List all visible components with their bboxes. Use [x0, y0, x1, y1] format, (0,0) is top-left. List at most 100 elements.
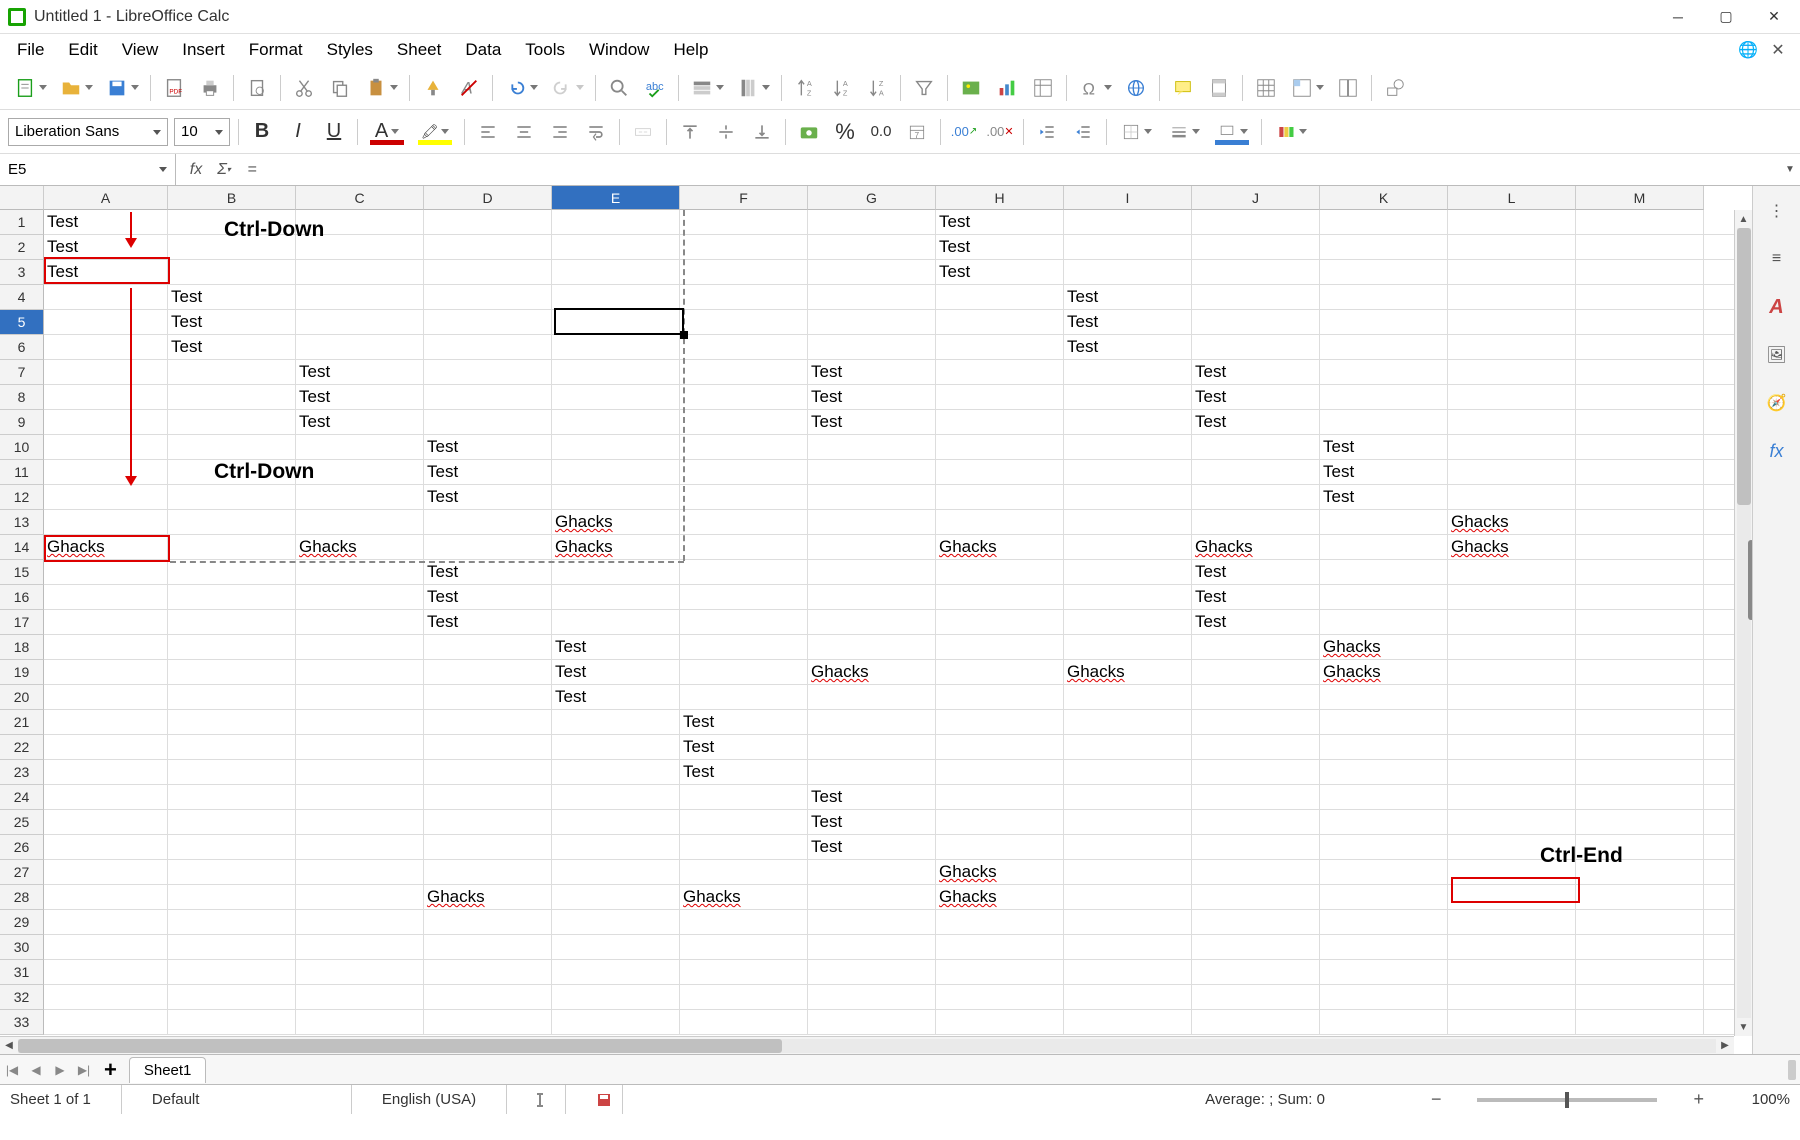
- cell-K13[interactable]: [1320, 510, 1448, 534]
- row-header-23[interactable]: 23: [0, 760, 44, 785]
- close-doc-icon[interactable]: ✕: [1768, 40, 1788, 60]
- cell-C3[interactable]: [296, 260, 424, 284]
- cell-K32[interactable]: [1320, 985, 1448, 1009]
- col-header-F[interactable]: F: [680, 186, 808, 210]
- cell-C32[interactable]: [296, 985, 424, 1009]
- col-header-K[interactable]: K: [1320, 186, 1448, 210]
- tab-first-button[interactable]: |◀: [0, 1058, 24, 1082]
- cell-A2[interactable]: Test: [44, 235, 168, 259]
- cell-E24[interactable]: [552, 785, 680, 809]
- cell-C19[interactable]: [296, 660, 424, 684]
- cell-D2[interactable]: [424, 235, 552, 259]
- paste-button[interactable]: [361, 73, 401, 103]
- row-header-3[interactable]: 3: [0, 260, 44, 285]
- cell-M9[interactable]: [1576, 410, 1704, 434]
- cell-F13[interactable]: [680, 510, 808, 534]
- cell-B20[interactable]: [168, 685, 296, 709]
- cell-E28[interactable]: [552, 885, 680, 909]
- cell-D18[interactable]: [424, 635, 552, 659]
- cell-B10[interactable]: [168, 435, 296, 459]
- cell-A5[interactable]: [44, 310, 168, 334]
- cell-C4[interactable]: [296, 285, 424, 309]
- cell-B26[interactable]: [168, 835, 296, 859]
- cell-L2[interactable]: [1448, 235, 1576, 259]
- cell-J19[interactable]: [1192, 660, 1320, 684]
- cell-J28[interactable]: [1192, 885, 1320, 909]
- cell-C21[interactable]: [296, 710, 424, 734]
- cell-C29[interactable]: [296, 910, 424, 934]
- cell-A33[interactable]: [44, 1010, 168, 1034]
- row-header-8[interactable]: 8: [0, 385, 44, 410]
- row-header-31[interactable]: 31: [0, 960, 44, 985]
- cell-B4[interactable]: Test: [168, 285, 296, 309]
- cell-A30[interactable]: [44, 935, 168, 959]
- cell-H11[interactable]: [936, 460, 1064, 484]
- cell-M24[interactable]: [1576, 785, 1704, 809]
- row-header-24[interactable]: 24: [0, 785, 44, 810]
- cell-F23[interactable]: Test: [680, 760, 808, 784]
- cell-L1[interactable]: [1448, 210, 1576, 234]
- cell-A16[interactable]: [44, 585, 168, 609]
- status-modified-icon[interactable]: [596, 1085, 623, 1114]
- cell-G20[interactable]: [808, 685, 936, 709]
- cell-A28[interactable]: [44, 885, 168, 909]
- cell-M7[interactable]: [1576, 360, 1704, 384]
- row-header-29[interactable]: 29: [0, 910, 44, 935]
- sum-button[interactable]: Σ▾: [212, 158, 236, 182]
- cell-D32[interactable]: [424, 985, 552, 1009]
- cell-E1[interactable]: [552, 210, 680, 234]
- cell-I26[interactable]: [1064, 835, 1192, 859]
- cell-B27[interactable]: [168, 860, 296, 884]
- cell-I30[interactable]: [1064, 935, 1192, 959]
- row-header-16[interactable]: 16: [0, 585, 44, 610]
- cell-F33[interactable]: [680, 1010, 808, 1034]
- filter-button[interactable]: [909, 73, 939, 103]
- cells-area[interactable]: TestTestTestTestTestTestTestTestTestTest…: [44, 210, 1734, 1036]
- col-header-B[interactable]: B: [168, 186, 296, 210]
- cell-I19[interactable]: Ghacks: [1064, 660, 1192, 684]
- cell-M16[interactable]: [1576, 585, 1704, 609]
- formula-input[interactable]: [272, 154, 1780, 185]
- cell-G2[interactable]: [808, 235, 936, 259]
- cell-B16[interactable]: [168, 585, 296, 609]
- bold-button[interactable]: B: [247, 117, 277, 147]
- cell-J7[interactable]: Test: [1192, 360, 1320, 384]
- cell-K3[interactable]: [1320, 260, 1448, 284]
- cell-L8[interactable]: [1448, 385, 1576, 409]
- cell-E10[interactable]: [552, 435, 680, 459]
- cell-D19[interactable]: [424, 660, 552, 684]
- cell-I18[interactable]: [1064, 635, 1192, 659]
- cell-C5[interactable]: [296, 310, 424, 334]
- cell-K8[interactable]: [1320, 385, 1448, 409]
- cell-L24[interactable]: [1448, 785, 1576, 809]
- cell-B8[interactable]: [168, 385, 296, 409]
- cell-H7[interactable]: [936, 360, 1064, 384]
- cell-E33[interactable]: [552, 1010, 680, 1034]
- cell-K14[interactable]: [1320, 535, 1448, 559]
- col-header-A[interactable]: A: [44, 186, 168, 210]
- column-button[interactable]: [733, 73, 773, 103]
- special-char-button[interactable]: Ω: [1075, 73, 1115, 103]
- cell-C25[interactable]: [296, 810, 424, 834]
- cell-J8[interactable]: Test: [1192, 385, 1320, 409]
- cell-A26[interactable]: [44, 835, 168, 859]
- cell-J2[interactable]: [1192, 235, 1320, 259]
- cell-F2[interactable]: [680, 235, 808, 259]
- cell-L30[interactable]: [1448, 935, 1576, 959]
- cell-K2[interactable]: [1320, 235, 1448, 259]
- col-header-I[interactable]: I: [1064, 186, 1192, 210]
- row-header-14[interactable]: 14: [0, 535, 44, 560]
- cell-I10[interactable]: [1064, 435, 1192, 459]
- cell-L16[interactable]: [1448, 585, 1576, 609]
- clear-formatting-button[interactable]: A: [454, 73, 484, 103]
- cell-L28[interactable]: [1448, 885, 1576, 909]
- cell-I22[interactable]: [1064, 735, 1192, 759]
- cell-C10[interactable]: [296, 435, 424, 459]
- cell-I14[interactable]: [1064, 535, 1192, 559]
- cell-C9[interactable]: Test: [296, 410, 424, 434]
- cell-G22[interactable]: [808, 735, 936, 759]
- cell-D13[interactable]: [424, 510, 552, 534]
- cell-L19[interactable]: [1448, 660, 1576, 684]
- cell-J26[interactable]: [1192, 835, 1320, 859]
- cell-G8[interactable]: Test: [808, 385, 936, 409]
